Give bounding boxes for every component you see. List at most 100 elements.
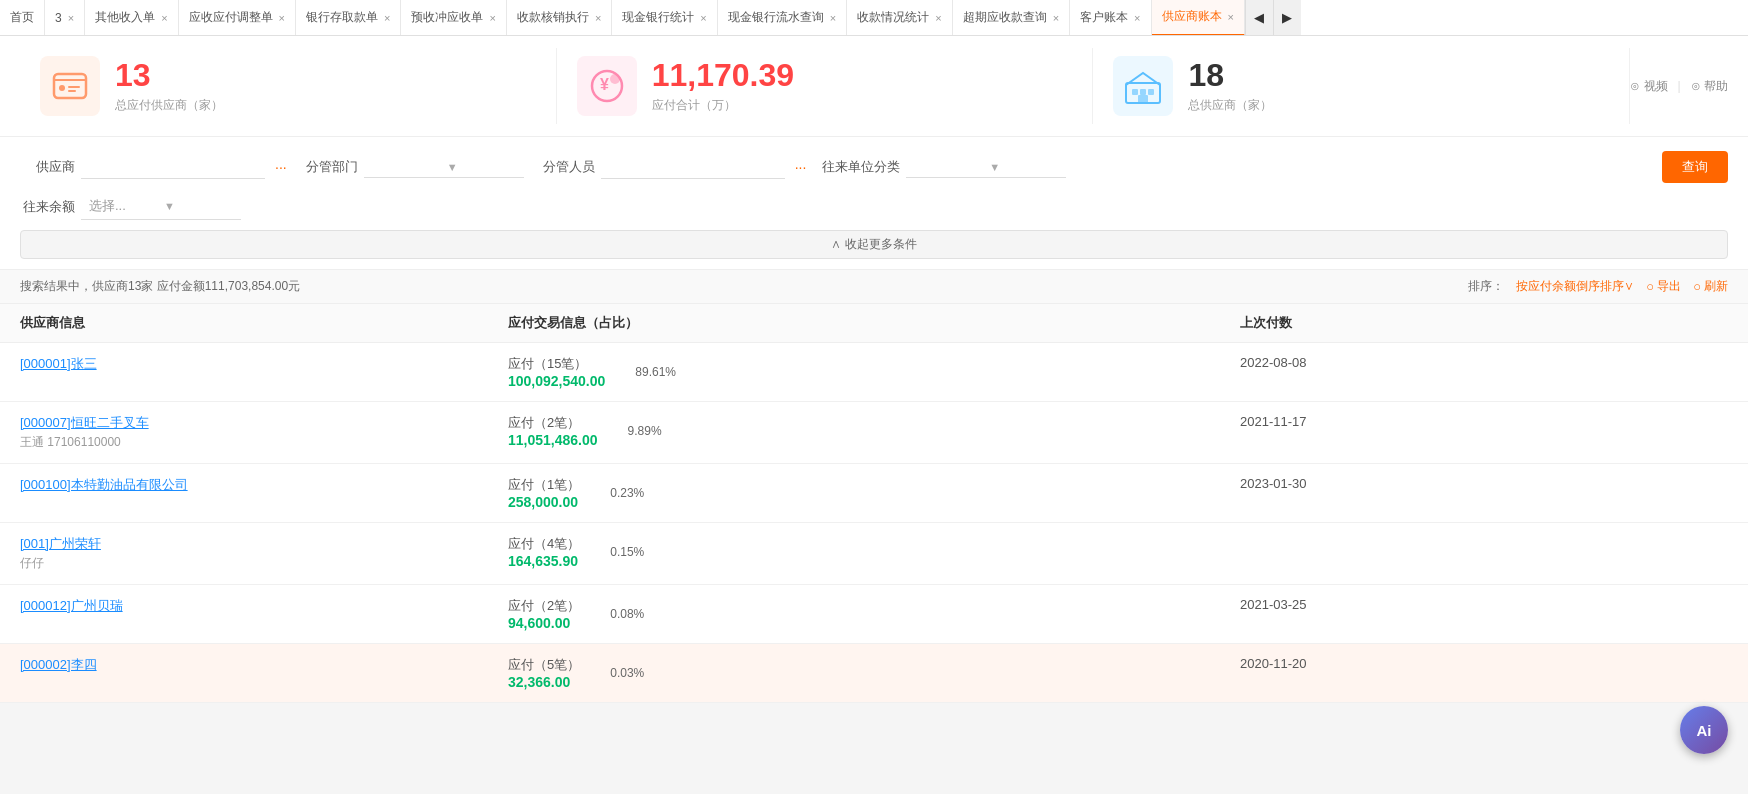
filter-balance: 往来余额 选择... ▼ [20, 193, 241, 220]
tx-percent: 9.89% [628, 424, 662, 438]
tx-amount[interactable]: 100,092,540.00 [508, 373, 605, 389]
supplier-dots[interactable]: ··· [275, 159, 287, 175]
last-pay-date: 2021-11-17 [1240, 414, 1728, 429]
tx-percent: 0.23% [610, 486, 644, 500]
filter-dept: 分管部门 ▼ [303, 157, 524, 178]
nav-tab-bank-close[interactable]: × [384, 12, 390, 24]
nav-tab-customer-book[interactable]: 客户账本 × [1070, 0, 1151, 36]
supplier-info-col: [000002]李四 [20, 656, 508, 674]
nav-tab-overdue[interactable]: 超期应收款查询 × [953, 0, 1070, 36]
table-row[interactable]: [000012]广州贝瑞 应付（2笔） 94,600.00 0.08% 2021… [0, 585, 1748, 644]
summary-card-payable-suppliers: 13 总应付供应商（家） [20, 48, 557, 124]
total-supplier-label: 总供应商（家） [1188, 97, 1272, 114]
nav-tab-cash-flow[interactable]: 现金银行流水查询 × [718, 0, 847, 36]
dept-select[interactable]: ▼ [364, 157, 524, 178]
person-dots[interactable]: ··· [795, 159, 807, 175]
refresh-button[interactable]: ○ 刷新 [1693, 278, 1728, 295]
svg-point-1 [59, 85, 65, 91]
nav-tab-prepay-close[interactable]: × [489, 12, 495, 24]
nav-tab-other-income[interactable]: 其他收入单 × [85, 0, 178, 36]
nav-tab-bank[interactable]: 银行存取款单 × [296, 0, 401, 36]
results-actions: 排序： 按应付余额倒序排序∨ ○ 导出 ○ 刷新 [1468, 278, 1728, 295]
nav-tab-receipt-exec[interactable]: 收款核销执行 × [507, 0, 612, 36]
person-input[interactable] [601, 155, 785, 179]
export-button[interactable]: ○ 导出 [1646, 278, 1681, 295]
nav-tab-cash-flow-close[interactable]: × [830, 12, 836, 24]
nav-tab-other-income-close[interactable]: × [161, 12, 167, 24]
tx-label: 应付（4笔） [508, 535, 580, 553]
supplier-link[interactable]: [000100]本特勤油品有限公司 [20, 476, 508, 494]
category-select[interactable]: ▼ [906, 157, 1066, 178]
header-lastpay: 上次付数 [1240, 314, 1728, 332]
search-button[interactable]: 查询 [1662, 151, 1728, 183]
payable-label: 总应付供应商（家） [115, 97, 223, 114]
nav-tab-supplier-book[interactable]: 供应商账本 × [1152, 0, 1245, 36]
nav-tab-customer-book-close[interactable]: × [1134, 12, 1140, 24]
nav-tab-adjust[interactable]: 应收应付调整单 × [179, 0, 296, 36]
nav-tab-adjust-close[interactable]: × [279, 12, 285, 24]
table-row[interactable]: [000002]李四 应付（5笔） 32,366.00 0.03% 2020-1… [0, 644, 1748, 703]
filter-person: 分管人员 ··· [540, 155, 807, 179]
supplier-link[interactable]: [000012]广州贝瑞 [20, 597, 508, 615]
nav-tab-adjust-label: 应收应付调整单 [189, 9, 273, 26]
table-row[interactable]: [000001]张三 应付（15笔） 100,092,540.00 89.61%… [0, 343, 1748, 402]
transaction-col: 应付（1笔） 258,000.00 0.23% [508, 476, 1240, 510]
nav-tab-home[interactable]: 首页 [0, 0, 45, 36]
supplier-link[interactable]: [000001]张三 [20, 355, 508, 373]
nav-tab-receipt-stat-label: 收款情况统计 [857, 9, 929, 26]
refresh-icon: ○ [1693, 279, 1701, 294]
nav-tab-overdue-close[interactable]: × [1053, 12, 1059, 24]
balance-chevron-down-icon: ▼ [164, 200, 233, 212]
supplier-link[interactable]: [000007]恒旺二手叉车 [20, 414, 508, 432]
category-chevron-down-icon: ▼ [989, 161, 1058, 173]
svg-text:¥: ¥ [600, 76, 609, 93]
tx-amount[interactable]: 32,366.00 [508, 674, 580, 690]
dept-filter-label: 分管部门 [303, 158, 358, 176]
nav-tab-receipt-stat-close[interactable]: × [935, 12, 941, 24]
nav-tab-cash-stat-close[interactable]: × [700, 12, 706, 24]
nav-tab-prepay[interactable]: 预收冲应收单 × [401, 0, 506, 36]
collapse-button[interactable]: ∧ 收起更多条件 [20, 230, 1728, 259]
tx-amount[interactable]: 94,600.00 [508, 615, 580, 631]
nav-tab-receipt-stat[interactable]: 收款情况统计 × [847, 0, 952, 36]
table-row[interactable]: [001]广州荣轩 仔仔 应付（4笔） 164,635.90 0.15% [0, 523, 1748, 585]
nav-tab-receipt-exec-close[interactable]: × [595, 12, 601, 24]
tx-percent: 0.08% [610, 607, 644, 621]
balance-select[interactable]: 选择... ▼ [81, 193, 241, 220]
dept-chevron-down-icon: ▼ [447, 161, 516, 173]
tx-amount[interactable]: 258,000.00 [508, 494, 580, 510]
nav-tab-cash-stat[interactable]: 现金银行统计 × [612, 0, 717, 36]
supplier-table: 供应商信息 应付交易信息（占比） 上次付数 [000001]张三 应付（15笔）… [0, 304, 1748, 703]
summary-bar: 13 总应付供应商（家） ¥ 11,170.39 应付合计（万） [0, 36, 1748, 137]
sort-value[interactable]: 按应付余额倒序排序∨ [1516, 278, 1634, 295]
table-row[interactable]: [000007]恒旺二手叉车 王通 17106110000 应付（2笔） 11,… [0, 402, 1748, 464]
results-bar: 搜索结果中，供应商13家 应付金额111,703,854.00元 排序： 按应付… [0, 270, 1748, 304]
last-pay-date: 2022-08-08 [1240, 355, 1728, 370]
nav-tab-cash-flow-label: 现金银行流水查询 [728, 9, 824, 26]
nav-tab-prepay-label: 预收冲应收单 [411, 9, 483, 26]
sort-label: 排序： [1468, 278, 1504, 295]
supplier-link[interactable]: [000002]李四 [20, 656, 508, 674]
supplier-link[interactable]: [001]广州荣轩 [20, 535, 508, 553]
supplier-input[interactable] [81, 155, 265, 179]
video-link[interactable]: ⊙ 视频 [1630, 78, 1667, 95]
nav-tab-supplier-book-close[interactable]: × [1228, 11, 1234, 23]
transaction-col: 应付（5笔） 32,366.00 0.03% [508, 656, 1240, 690]
svg-rect-11 [1138, 95, 1148, 103]
nav-tab-3[interactable]: 3 × [45, 0, 85, 36]
supplier-sub: 仔仔 [20, 555, 508, 572]
export-icon: ○ [1646, 279, 1654, 294]
balance-placeholder: 选择... [89, 197, 158, 215]
header-transaction: 应付交易信息（占比） [508, 314, 1240, 332]
nav-tab-3-close[interactable]: × [68, 12, 74, 24]
nav-tab-home-label: 首页 [10, 9, 34, 26]
help-link[interactable]: ⊙ 帮助 [1691, 78, 1728, 95]
supplier-info-col: [001]广州荣轩 仔仔 [20, 535, 508, 572]
nav-arrow-left[interactable]: ◀ [1245, 0, 1273, 36]
tx-amount[interactable]: 164,635.90 [508, 553, 580, 569]
table-row[interactable]: [000100]本特勤油品有限公司 应付（1笔） 258,000.00 0.23… [0, 464, 1748, 523]
tx-amount[interactable]: 11,051,486.00 [508, 432, 598, 448]
refresh-label: 刷新 [1704, 278, 1728, 295]
svg-rect-3 [68, 90, 76, 92]
nav-arrow-right[interactable]: ▶ [1273, 0, 1301, 36]
